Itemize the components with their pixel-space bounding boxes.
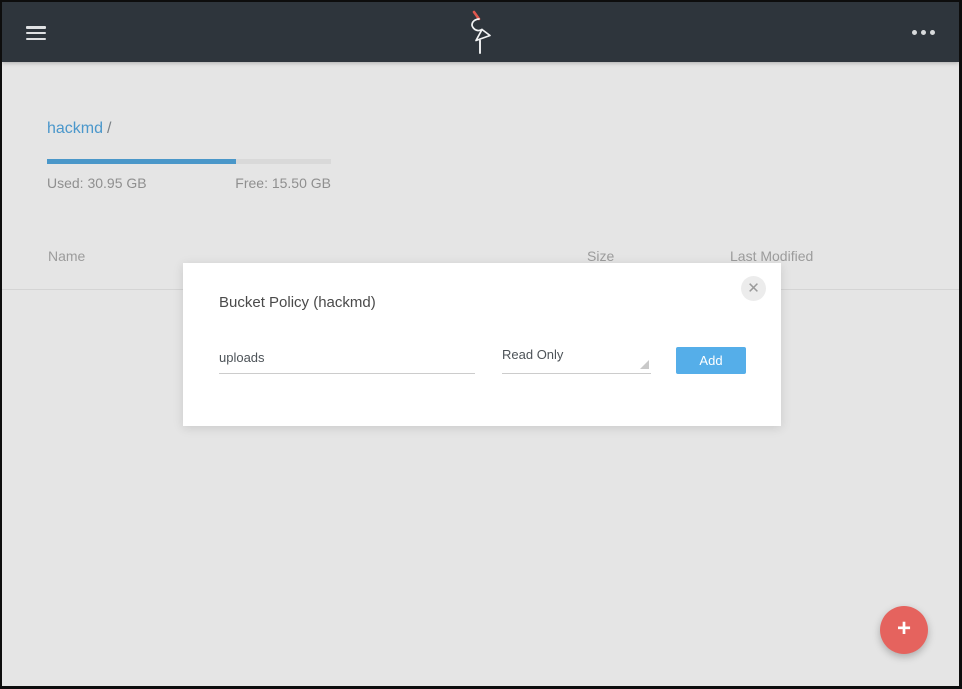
storage-labels: Used: 30.95 GB Free: 15.50 GB [47, 175, 331, 191]
policy-type-select[interactable]: Read Only [502, 347, 651, 374]
hamburger-bar [26, 26, 46, 29]
column-header-size[interactable]: Size [587, 248, 614, 264]
more-options-icon[interactable] [912, 30, 935, 35]
storage-usage-bar [47, 159, 331, 164]
breadcrumb-bucket-link[interactable]: hackmd [47, 120, 103, 137]
dot [921, 30, 926, 35]
top-bar [2, 2, 959, 62]
minio-stork-logo-icon [465, 9, 497, 60]
storage-used-bar [47, 159, 236, 164]
modal-title: Bucket Policy (hackmd) [219, 294, 376, 311]
dot [930, 30, 935, 35]
add-policy-button[interactable]: Add [676, 347, 746, 374]
column-header-name[interactable]: Name [48, 248, 85, 264]
column-header-last-modified[interactable]: Last Modified [730, 248, 813, 264]
add-fab-button[interactable]: + [880, 606, 928, 654]
hamburger-bar [26, 32, 46, 35]
storage-used-label: Used: 30.95 GB [47, 175, 147, 191]
close-icon[interactable]: ✕ [741, 276, 766, 301]
policy-prefix-input[interactable] [219, 347, 475, 374]
select-caret-icon [640, 360, 649, 369]
hamburger-menu-icon[interactable] [26, 26, 46, 40]
bucket-policy-modal: Bucket Policy (hackmd) ✕ Read Only Add [183, 263, 781, 426]
storage-free-label: Free: 15.50 GB [235, 175, 331, 191]
breadcrumb: hackmd/ [47, 120, 111, 138]
hamburger-bar [26, 38, 46, 41]
policy-type-selected-value: Read Only [502, 347, 563, 362]
app-window: hackmd/ Used: 30.95 GB Free: 15.50 GB Na… [2, 2, 959, 686]
dot [912, 30, 917, 35]
breadcrumb-separator: / [107, 120, 111, 137]
